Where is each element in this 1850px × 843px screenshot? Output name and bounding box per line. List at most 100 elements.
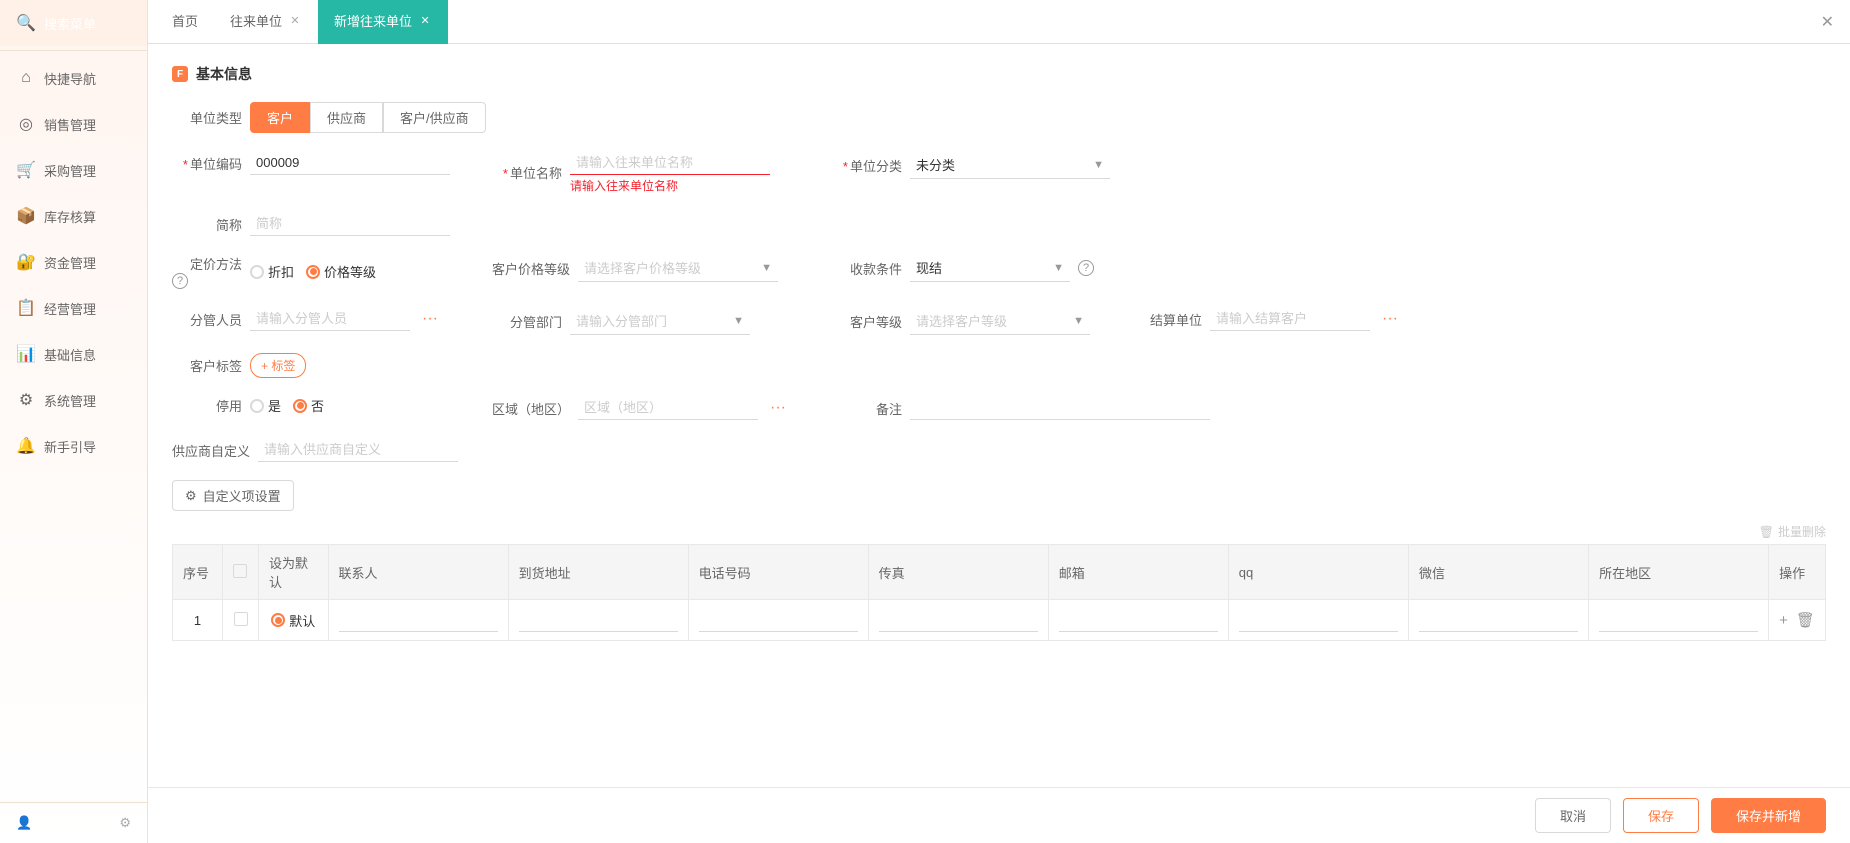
note-field: 备注 bbox=[832, 396, 1826, 420]
select-all-checkbox[interactable] bbox=[233, 564, 247, 578]
cell-address bbox=[508, 600, 688, 641]
cell-default: 默认 bbox=[259, 600, 329, 641]
note-label: 备注 bbox=[832, 399, 902, 418]
sidebar-item-quick-nav[interactable]: ⌂ 快捷导航 bbox=[0, 55, 147, 101]
unit-type-label: 单位类型 bbox=[172, 108, 242, 127]
customer-level-select[interactable]: 请选择客户等级 ▼ bbox=[910, 307, 1090, 335]
region-input[interactable] bbox=[578, 396, 758, 420]
unit-code-label: *单位编码 bbox=[172, 154, 242, 173]
sidebar-item-system[interactable]: ⚙ 系统管理 bbox=[0, 377, 147, 423]
sidebar-item-label: 资金管理 bbox=[44, 253, 96, 272]
settlement-more-icon[interactable]: ··· bbox=[1378, 310, 1402, 328]
save-new-button[interactable]: 保存并新增 bbox=[1711, 798, 1826, 833]
phone-input[interactable] bbox=[699, 608, 858, 632]
unit-btn-both[interactable]: 客户/供应商 bbox=[383, 102, 486, 133]
tab-counterparty-close[interactable]: ✕ bbox=[288, 14, 302, 28]
sidebar-item-basic-info[interactable]: 📊 基础信息 bbox=[0, 331, 147, 377]
custom-settings-button[interactable]: ⚙ 自定义项设置 bbox=[172, 480, 294, 511]
radio-yes-circle bbox=[250, 399, 264, 413]
sidebar-item-guide[interactable]: 🔔 新手引导 bbox=[0, 423, 147, 469]
qq-input[interactable] bbox=[1239, 608, 1398, 632]
tab-new-counterparty-close[interactable]: ✕ bbox=[418, 14, 432, 28]
batch-delete-label[interactable]: 批量删除 bbox=[1778, 523, 1826, 540]
add-tag-button[interactable]: + 标签 bbox=[250, 353, 306, 378]
row-region-input[interactable] bbox=[1599, 608, 1758, 632]
col-default: 设为默认 bbox=[259, 545, 329, 600]
guide-icon: 🔔 bbox=[16, 436, 36, 456]
cell-no: 1 bbox=[173, 600, 223, 641]
manager-input[interactable] bbox=[250, 307, 410, 331]
unit-category-select[interactable]: 未分类 ▼ bbox=[910, 151, 1110, 179]
address-input[interactable] bbox=[519, 608, 678, 632]
payment-help-icon[interactable]: ? bbox=[1078, 260, 1094, 276]
supplier-custom-label: 供应商自定义 bbox=[172, 441, 250, 460]
sidebar-item-purchase[interactable]: 🛒 采购管理 bbox=[0, 147, 147, 193]
unit-type-group: 客户 供应商 客户/供应商 bbox=[250, 102, 486, 133]
sidebar-item-sales[interactable]: ◎ 销售管理 bbox=[0, 101, 147, 147]
payment-terms-select[interactable]: 现结 ▼ bbox=[910, 254, 1070, 282]
department-select[interactable]: 请输入分管部门 ▼ bbox=[570, 307, 750, 335]
tab-new-counterparty[interactable]: 新增往来单位 ✕ bbox=[318, 0, 448, 44]
contact-input[interactable] bbox=[339, 608, 498, 632]
pricing-row: 定价方法 ? 折扣 价格等级 客户价格等级 请选择客户价 bbox=[172, 254, 1826, 289]
unit-code-field: *单位编码 bbox=[172, 151, 492, 175]
unit-code-input[interactable] bbox=[250, 151, 450, 175]
tabbar-close-icon[interactable]: ✕ bbox=[1813, 8, 1842, 36]
region-field: 区域（地区） ··· bbox=[492, 396, 832, 420]
manager-more-icon[interactable]: ··· bbox=[418, 310, 442, 328]
cancel-button[interactable]: 取消 bbox=[1535, 798, 1611, 833]
custom-settings-label: 自定义项设置 bbox=[203, 486, 281, 505]
supplier-custom-field: 供应商自定义 bbox=[172, 438, 1826, 462]
sidebar-item-label: 采购管理 bbox=[44, 161, 96, 180]
disabled-radio-no[interactable]: 否 bbox=[293, 396, 324, 415]
row-radio-circle bbox=[271, 613, 285, 627]
supplier-custom-input[interactable] bbox=[258, 438, 458, 462]
unit-name-wrap: 请输入往来单位名称 bbox=[570, 151, 770, 194]
delete-row-button[interactable]: 🗑 bbox=[1796, 611, 1815, 629]
radio-discount-circle bbox=[250, 265, 264, 279]
unit-name-input[interactable] bbox=[570, 151, 770, 175]
tab-counterparty[interactable]: 往来单位 ✕ bbox=[214, 0, 318, 44]
short-name-input[interactable] bbox=[250, 212, 450, 236]
col-address: 到货地址 bbox=[508, 545, 688, 600]
unit-btn-customer[interactable]: 客户 bbox=[250, 102, 310, 133]
main-area: 首页 往来单位 ✕ 新增往来单位 ✕ ✕ F 基本信息 单位类型 客户 供应商 … bbox=[148, 0, 1850, 843]
supplier-custom-row: 供应商自定义 bbox=[172, 438, 1826, 462]
row-default-radio[interactable]: 默认 bbox=[269, 611, 318, 630]
row-checkbox[interactable] bbox=[234, 612, 248, 626]
sidebar-search[interactable]: 🔍 搜索菜单 bbox=[0, 0, 147, 46]
col-contact: 联系人 bbox=[328, 545, 508, 600]
customer-level-placeholder: 请选择客户等级 bbox=[916, 311, 1007, 330]
chevron-down-icon: ▼ bbox=[1093, 159, 1104, 171]
batch-delete-bar: 🗑 批量删除 bbox=[172, 523, 1826, 540]
table-row: 1 默认 bbox=[173, 600, 1826, 641]
add-row-button[interactable]: + bbox=[1779, 612, 1788, 629]
pricing-help-icon[interactable]: ? bbox=[172, 273, 188, 289]
fax-input[interactable] bbox=[879, 608, 1038, 632]
pricing-radio-level[interactable]: 价格等级 bbox=[306, 262, 376, 281]
cell-wechat bbox=[1409, 600, 1589, 641]
region-more-icon[interactable]: ··· bbox=[766, 399, 790, 417]
pricing-radio-discount[interactable]: 折扣 bbox=[250, 262, 294, 281]
settlement-input[interactable] bbox=[1210, 307, 1370, 331]
chevron-payment-icon: ▼ bbox=[1053, 262, 1064, 274]
finance-icon: 🔐 bbox=[16, 252, 36, 272]
unit-main-row: *单位编码 *单位名称 请输入往来单位名称 *单位分类 未分类 bbox=[172, 151, 1826, 194]
short-name-field: 简称 bbox=[172, 212, 492, 236]
settlement-label: 结算单位 bbox=[1132, 310, 1202, 329]
disabled-radio-yes[interactable]: 是 bbox=[250, 396, 281, 415]
col-no: 序号 bbox=[173, 545, 223, 600]
tab-home[interactable]: 首页 bbox=[156, 0, 214, 44]
disabled-no-label: 否 bbox=[311, 396, 324, 415]
col-region: 所在地区 bbox=[1589, 545, 1769, 600]
save-button[interactable]: 保存 bbox=[1623, 798, 1699, 833]
wechat-input[interactable] bbox=[1419, 608, 1578, 632]
unit-btn-supplier[interactable]: 供应商 bbox=[310, 102, 383, 133]
email-input[interactable] bbox=[1059, 608, 1218, 632]
sidebar-item-inventory[interactable]: 📦 库存核算 bbox=[0, 193, 147, 239]
sidebar-item-operations[interactable]: 📋 经营管理 bbox=[0, 285, 147, 331]
customer-price-level-placeholder: 请选择客户价格等级 bbox=[584, 258, 701, 277]
customer-price-level-select[interactable]: 请选择客户价格等级 ▼ bbox=[578, 254, 778, 282]
note-input[interactable] bbox=[910, 396, 1210, 420]
sidebar-item-finance[interactable]: 🔐 资金管理 bbox=[0, 239, 147, 285]
